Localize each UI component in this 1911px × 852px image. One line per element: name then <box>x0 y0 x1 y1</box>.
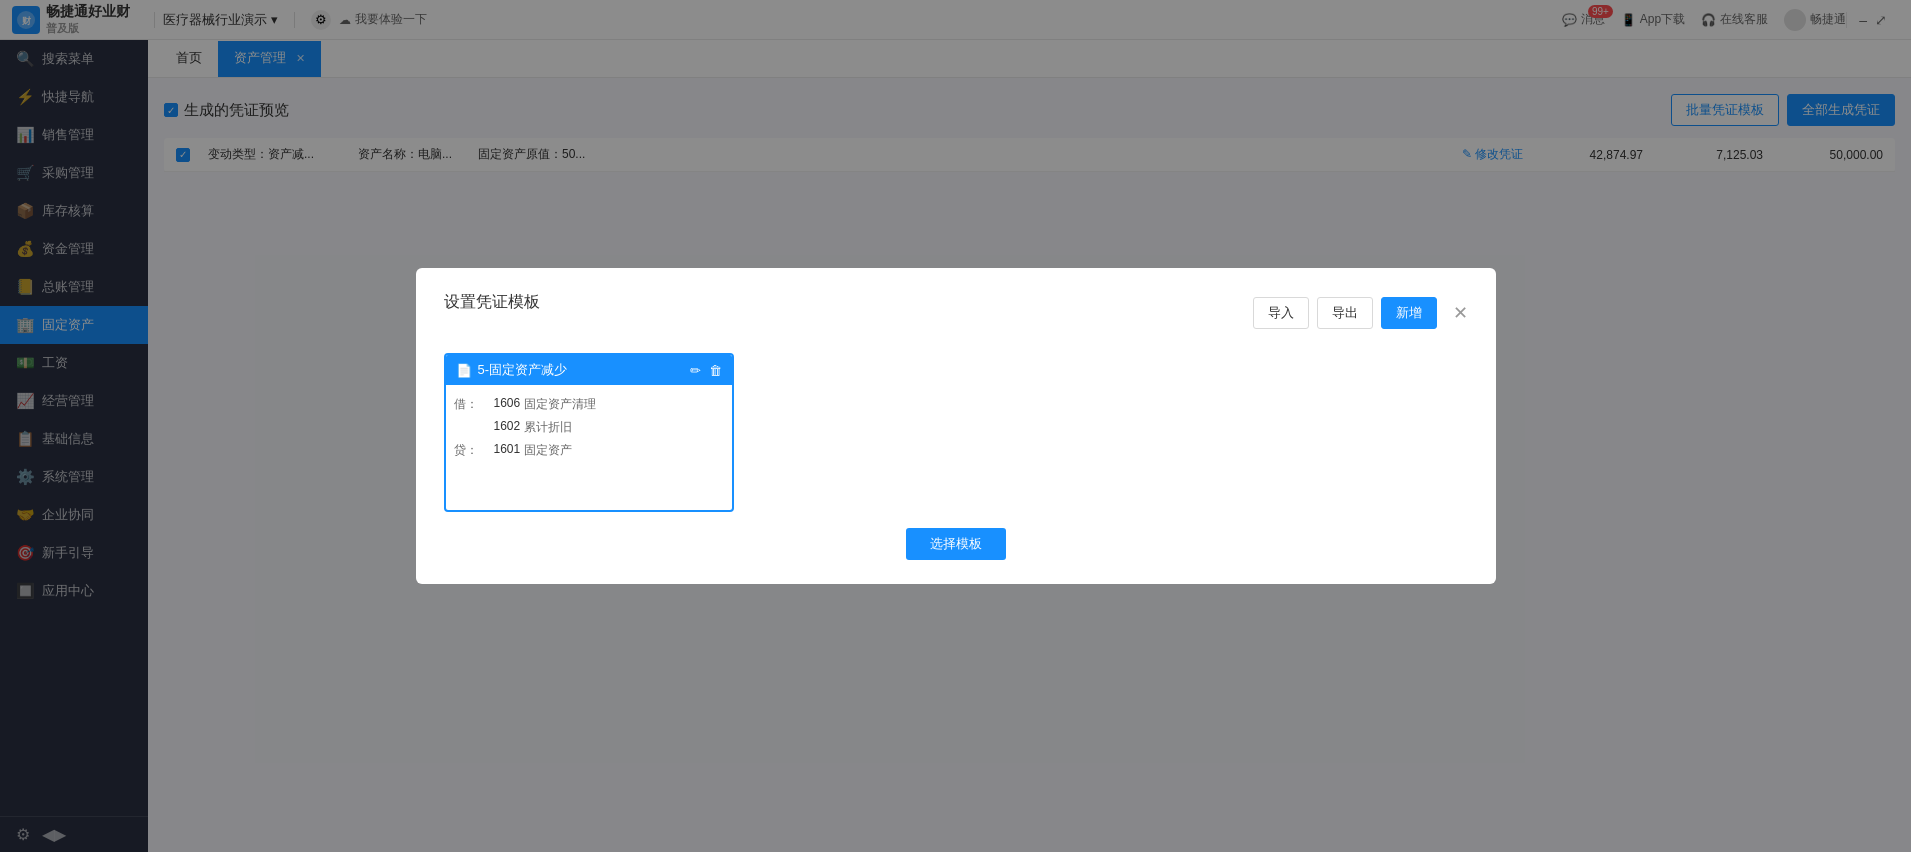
entry-code-1: 1602 <box>494 419 521 436</box>
template-delete-icon[interactable]: 🗑 <box>709 363 722 378</box>
dialog-header-actions: 导入 导出 新增 ✕ <box>1253 297 1468 329</box>
template-entry-empty-2 <box>454 482 724 502</box>
modal-inner: 设置凭证模板 导入 导出 新增 ✕ 📄 5-固定资产减少 <box>416 268 1496 584</box>
set-template-dialog: 设置凭证模板 导入 导出 新增 ✕ 📄 5-固定资产减少 <box>416 268 1496 584</box>
dialog-title: 设置凭证模板 <box>444 292 540 313</box>
template-entry-2: 贷： 1601 固定资产 <box>454 439 724 462</box>
select-template-button[interactable]: 选择模板 <box>906 528 1006 560</box>
entry-direction-0: 借： <box>454 396 494 413</box>
template-entry-empty-1 <box>454 462 724 482</box>
export-button[interactable]: 导出 <box>1317 297 1373 329</box>
template-edit-icon[interactable]: ✏ <box>690 363 701 378</box>
dialog-top: 设置凭证模板 导入 导出 新增 ✕ <box>444 292 1468 333</box>
template-card: 📄 5-固定资产减少 ✏ 🗑 借： 1606 固定资产清理 <box>444 353 734 512</box>
template-doc-icon: 📄 <box>456 363 472 378</box>
entry-name-0: 固定资产清理 <box>524 396 596 413</box>
entry-name-1: 累计折旧 <box>524 419 572 436</box>
modal-overlay: 设置凭证模板 导入 导出 新增 ✕ 📄 5-固定资产减少 <box>0 0 1911 852</box>
entry-name-2: 固定资产 <box>524 442 572 459</box>
entry-direction-1 <box>454 419 494 436</box>
template-card-actions: ✏ 🗑 <box>690 363 722 378</box>
template-card-header-left: 📄 5-固定资产减少 <box>456 361 568 379</box>
dialog-close-button[interactable]: ✕ <box>1453 302 1468 324</box>
template-entry-0: 借： 1606 固定资产清理 <box>454 393 724 416</box>
template-id: 5 <box>478 362 485 377</box>
import-button[interactable]: 导入 <box>1253 297 1309 329</box>
select-template-area: 选择模板 <box>444 528 1468 560</box>
template-entry-1: 1602 累计折旧 <box>454 416 724 439</box>
template-card-body: 借： 1606 固定资产清理 1602 累计折旧 贷： 1601 固定资产 <box>446 385 732 510</box>
template-name-text: 固定资产减少 <box>489 362 567 377</box>
template-name: 5-固定资产减少 <box>478 361 568 379</box>
entry-code-0: 1606 <box>494 396 521 413</box>
template-card-header: 📄 5-固定资产减少 ✏ 🗑 <box>446 355 732 385</box>
entry-code-2: 1601 <box>494 442 521 459</box>
entry-direction-2: 贷： <box>454 442 494 459</box>
new-button[interactable]: 新增 <box>1381 297 1437 329</box>
